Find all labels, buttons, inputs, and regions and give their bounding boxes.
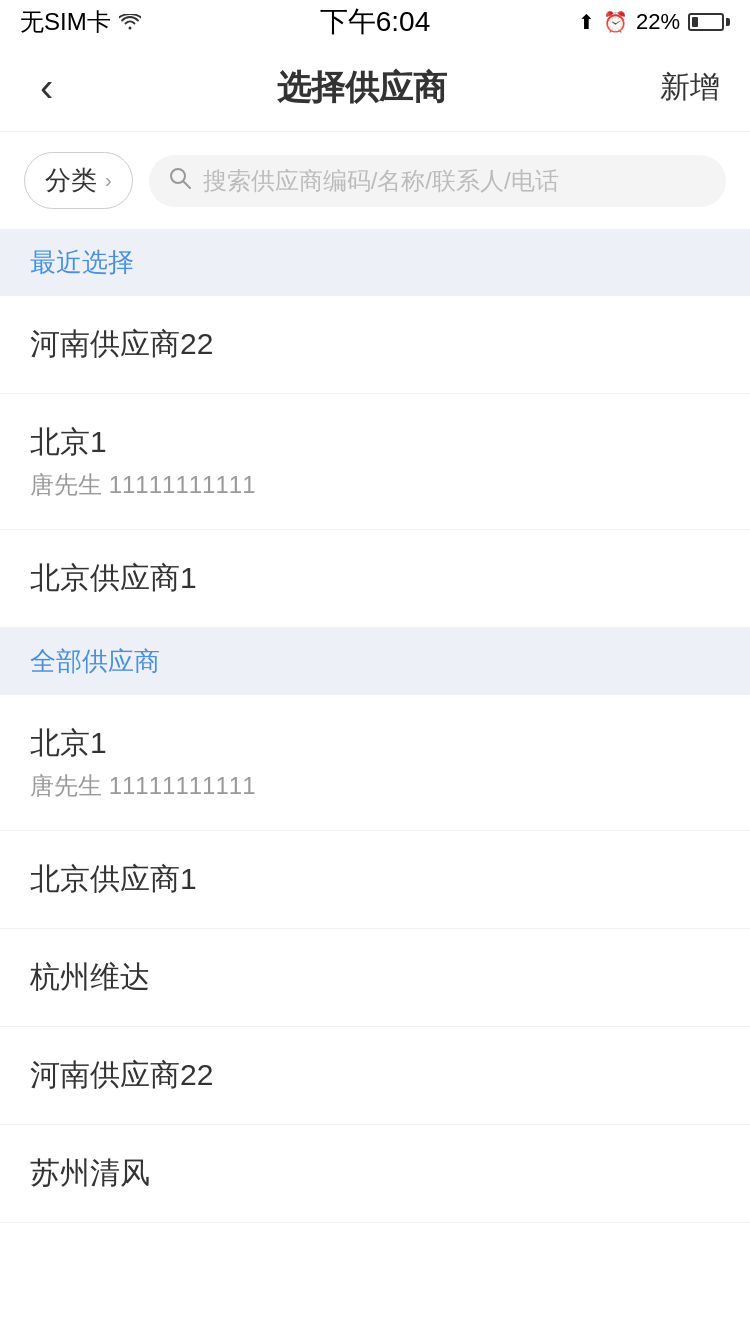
carrier-text: 无SIM卡 [20,6,111,38]
alarm-icon: ⏰ [603,10,628,34]
nav-bar: ‹ 选择供应商 新增 [0,44,750,132]
filter-bar: 分类 › [0,132,750,229]
list-item[interactable]: 河南供应商22 [0,296,750,394]
status-left: 无SIM卡 [20,6,141,38]
item-name: 北京1 [30,422,720,463]
list-item[interactable]: 北京1 唐先生 11111111111 [0,695,750,831]
item-sub: 唐先生 11111111111 [30,469,720,501]
wifi-icon [119,8,141,36]
all-section-header: 全部供应商 [0,628,750,695]
list-item[interactable]: 河南供应商22 [0,1027,750,1125]
item-name: 河南供应商22 [30,324,720,365]
status-right: ⬆ ⏰ 22% [578,9,730,35]
list-item[interactable]: 北京1 唐先生 11111111111 [0,394,750,530]
search-box [149,155,726,207]
category-label: 分类 [45,163,97,198]
back-button[interactable]: ‹ [30,55,63,120]
list-item[interactable]: 苏州清风 [0,1125,750,1223]
status-time: 下午6:04 [320,3,431,41]
battery-percent: 22% [636,9,680,35]
item-name: 北京供应商1 [30,859,720,900]
battery-icon [688,13,730,31]
item-name: 河南供应商22 [30,1055,720,1096]
status-bar: 无SIM卡 下午6:04 ⬆ ⏰ 22% [0,0,750,44]
item-name: 北京供应商1 [30,558,720,599]
list-item[interactable]: 杭州维达 [0,929,750,1027]
item-name: 苏州清风 [30,1153,720,1194]
search-input[interactable] [203,167,706,195]
category-filter-button[interactable]: 分类 › [24,152,133,209]
list-item[interactable]: 北京供应商1 [0,530,750,628]
svg-line-1 [183,181,190,188]
location-icon: ⬆ [578,10,595,34]
item-sub: 唐先生 11111111111 [30,770,720,802]
recent-section-header: 最近选择 [0,229,750,296]
recent-items-list: 河南供应商22 北京1 唐先生 11111111111 北京供应商1 [0,296,750,628]
chevron-right-icon: › [105,169,112,192]
list-item[interactable]: 北京供应商1 [0,831,750,929]
search-icon [169,167,191,195]
add-button[interactable]: 新增 [660,67,720,108]
all-items-list: 北京1 唐先生 11111111111 北京供应商1 杭州维达 河南供应商22 … [0,695,750,1223]
page-title: 选择供应商 [277,65,447,111]
item-name: 北京1 [30,723,720,764]
item-name: 杭州维达 [30,957,720,998]
